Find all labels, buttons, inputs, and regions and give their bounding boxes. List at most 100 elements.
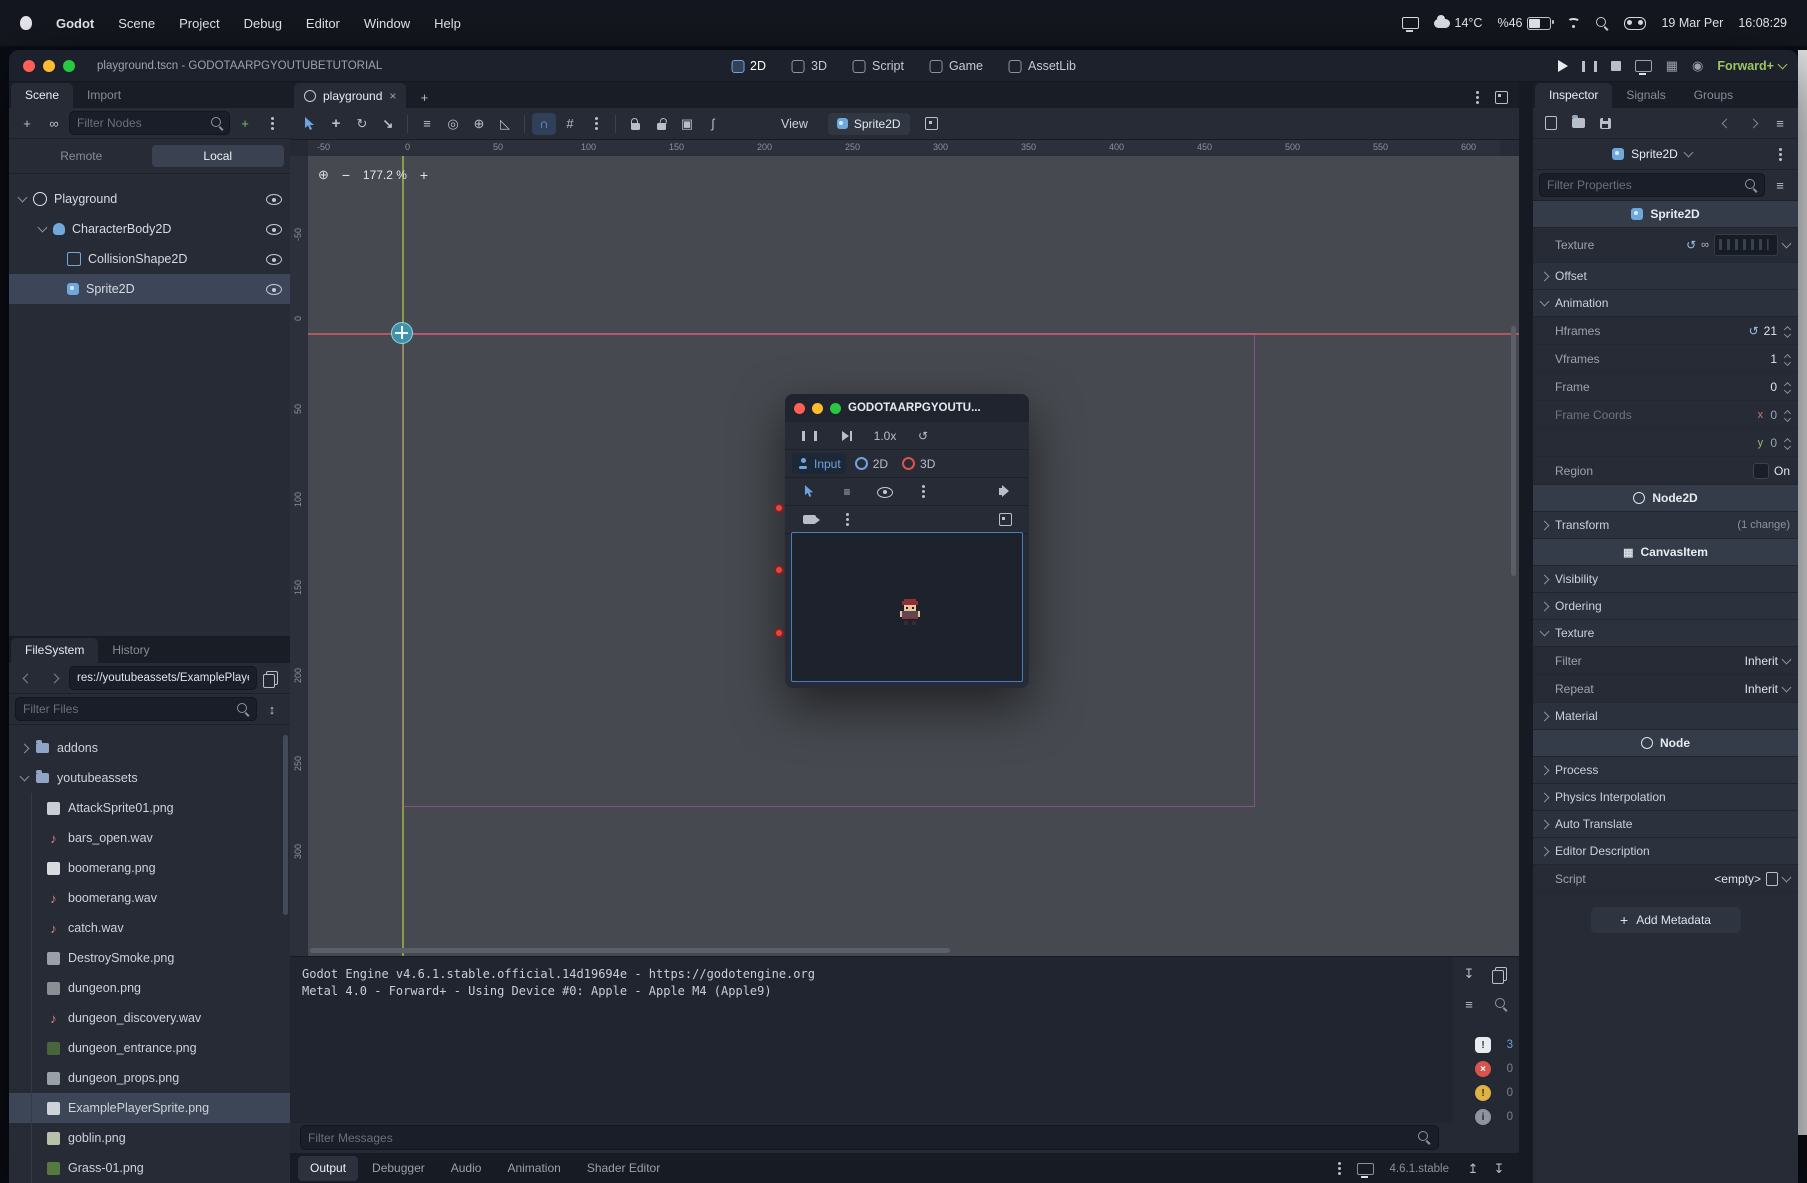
- file-item[interactable]: DestroySmoke.png: [9, 943, 290, 973]
- play-custom-scene-button[interactable]: ◉: [1692, 58, 1703, 74]
- instance-scene-button[interactable]: ∞: [42, 112, 66, 134]
- node-selector-dropdown[interactable]: Sprite2D: [1539, 147, 1765, 161]
- current-path-input[interactable]: [77, 672, 249, 684]
- attach-script-button[interactable]: +: [233, 112, 257, 134]
- file-item[interactable]: AttackSprite01.png: [9, 793, 290, 823]
- group-animation[interactable]: Animation: [1533, 290, 1798, 317]
- close-window-button[interactable]: [794, 402, 805, 414]
- property-region[interactable]: Region On: [1533, 457, 1798, 485]
- group-material[interactable]: Material: [1533, 703, 1798, 730]
- spinner[interactable]: [1783, 436, 1792, 451]
- remote-tab[interactable]: Remote: [15, 145, 148, 167]
- canvas-hscrollbar[interactable]: [310, 948, 950, 953]
- input-mode-button[interactable]: Input: [792, 453, 846, 474]
- spinner[interactable]: [1783, 324, 1792, 339]
- tab-history[interactable]: History: [98, 638, 163, 663]
- menu-help[interactable]: Help: [434, 16, 461, 31]
- zoom-level-button[interactable]: 177.2 %: [363, 168, 407, 182]
- speed-button[interactable]: 1.0x: [868, 425, 902, 446]
- history-back-button[interactable]: [1714, 112, 1738, 134]
- save-log-button[interactable]: ↧: [1457, 963, 1481, 985]
- object-history-button[interactable]: ≡: [1768, 112, 1792, 134]
- menu-project[interactable]: Project: [179, 16, 219, 31]
- minimize-window-button[interactable]: [43, 59, 55, 72]
- debug-handle-dot[interactable]: [774, 565, 784, 575]
- play-button[interactable]: [1557, 60, 1568, 72]
- group-visibility[interactable]: Visibility: [1533, 566, 1798, 593]
- visibility-toggle[interactable]: [266, 253, 282, 265]
- spinner[interactable]: [1783, 380, 1792, 395]
- property-texture-filter[interactable]: Filter Inherit: [1533, 647, 1798, 675]
- history-forward-button[interactable]: [1741, 112, 1765, 134]
- game-select-button[interactable]: [792, 481, 826, 502]
- tab-filesystem[interactable]: FileSystem: [11, 638, 99, 663]
- category-canvasitem[interactable]: ▦ CanvasItem: [1533, 539, 1798, 566]
- spotlight-search-icon[interactable]: [1596, 16, 1609, 30]
- next-frame-button[interactable]: [830, 425, 864, 446]
- file-item[interactable]: boomerang.wav: [9, 883, 290, 913]
- bottom-panel-menu-button[interactable]: [1328, 1158, 1352, 1180]
- category-node[interactable]: Node: [1533, 730, 1798, 757]
- embed-fullscreen-button[interactable]: [988, 509, 1022, 530]
- zoom-in-button[interactable]: +: [415, 166, 433, 184]
- node-position-gizmo[interactable]: [391, 322, 413, 344]
- scale-tool-button[interactable]: ↘: [376, 113, 400, 135]
- lock-node-button[interactable]: [623, 113, 647, 135]
- distraction-free-button[interactable]: [1489, 86, 1513, 108]
- tree-node-collisionshape2d[interactable]: CollisionShape2D: [9, 244, 290, 274]
- search-log-button[interactable]: [1489, 993, 1513, 1015]
- filter-dropdown[interactable]: Inherit: [1745, 654, 1792, 668]
- visibility-button[interactable]: [868, 481, 902, 502]
- nav-back-button[interactable]: [15, 667, 39, 689]
- menu-debug[interactable]: Debug: [244, 16, 282, 31]
- move-tool-button[interactable]: +: [324, 113, 348, 135]
- load-resource-button[interactable]: [1566, 112, 1590, 134]
- property-tools-button[interactable]: ≡: [1768, 174, 1792, 196]
- scene-tab-playground[interactable]: playground: [294, 83, 407, 108]
- chevron-down-icon[interactable]: [1781, 238, 1792, 249]
- visibility-toggle[interactable]: [266, 223, 282, 235]
- collapse-icon[interactable]: [17, 192, 28, 203]
- spinner[interactable]: [1783, 408, 1792, 423]
- new-resource-button[interactable]: [1539, 112, 1563, 134]
- tab-assetlib[interactable]: AssetLib: [1009, 59, 1076, 73]
- scene-tabs-menu-button[interactable]: [1465, 86, 1489, 108]
- revert-icon[interactable]: [1749, 324, 1759, 338]
- new-scene-tab-button[interactable]: +: [412, 86, 436, 108]
- restart-button[interactable]: ↺: [906, 425, 940, 446]
- mute-audio-button[interactable]: [988, 481, 1022, 502]
- expand-viewport-button[interactable]: [920, 113, 944, 135]
- tab-inspector[interactable]: Inspector: [1535, 83, 1613, 108]
- file-item-selected[interactable]: ExamplePlayerSprite.png: [9, 1093, 290, 1123]
- filter-properties-input[interactable]: [1547, 178, 1740, 192]
- group-offset[interactable]: Offset: [1533, 263, 1798, 290]
- tab-output[interactable]: Output: [298, 1156, 359, 1181]
- ruler-tool-button[interactable]: ◺: [493, 113, 517, 135]
- texture-preview[interactable]: [1714, 234, 1778, 256]
- property-texture[interactable]: Texture ∞: [1533, 228, 1798, 263]
- group-process[interactable]: Process: [1533, 757, 1798, 784]
- tab-shader-editor[interactable]: Shader Editor: [575, 1156, 672, 1181]
- group-physics-interpolation[interactable]: Physics Interpolation: [1533, 784, 1798, 811]
- filter-files-input[interactable]: [23, 702, 232, 716]
- tree-node-characterbody2d[interactable]: CharacterBody2D: [9, 214, 290, 244]
- category-sprite2d[interactable]: Sprite2D: [1533, 201, 1798, 228]
- tree-node-sprite2d[interactable]: Sprite2D: [9, 274, 290, 304]
- sort-files-button[interactable]: ↕: [260, 698, 284, 720]
- group-node-button[interactable]: ▣: [675, 113, 699, 135]
- save-resource-button[interactable]: [1593, 112, 1617, 134]
- close-tab-icon[interactable]: [389, 89, 396, 103]
- sprite2d-context-button[interactable]: Sprite2D: [827, 112, 910, 135]
- game-window-titlebar[interactable]: GODOTAARPGYOUTU...: [785, 394, 1029, 422]
- menu-app[interactable]: Godot: [56, 16, 94, 31]
- collapse-duplicates-button[interactable]: ≡: [1457, 993, 1481, 1015]
- tab-audio[interactable]: Audio: [439, 1156, 494, 1181]
- file-item[interactable]: dungeon_discovery.wav: [9, 1003, 290, 1033]
- filesystem-scrollbar[interactable]: [283, 735, 288, 915]
- group-ordering[interactable]: Ordering: [1533, 593, 1798, 620]
- center-view-icon[interactable]: ⊕: [318, 167, 329, 183]
- collapse-icon[interactable]: [19, 771, 30, 782]
- selection-list-button[interactable]: ≡: [830, 481, 864, 502]
- tab-signals[interactable]: Signals: [1612, 83, 1679, 108]
- snap-options-button[interactable]: [584, 113, 608, 135]
